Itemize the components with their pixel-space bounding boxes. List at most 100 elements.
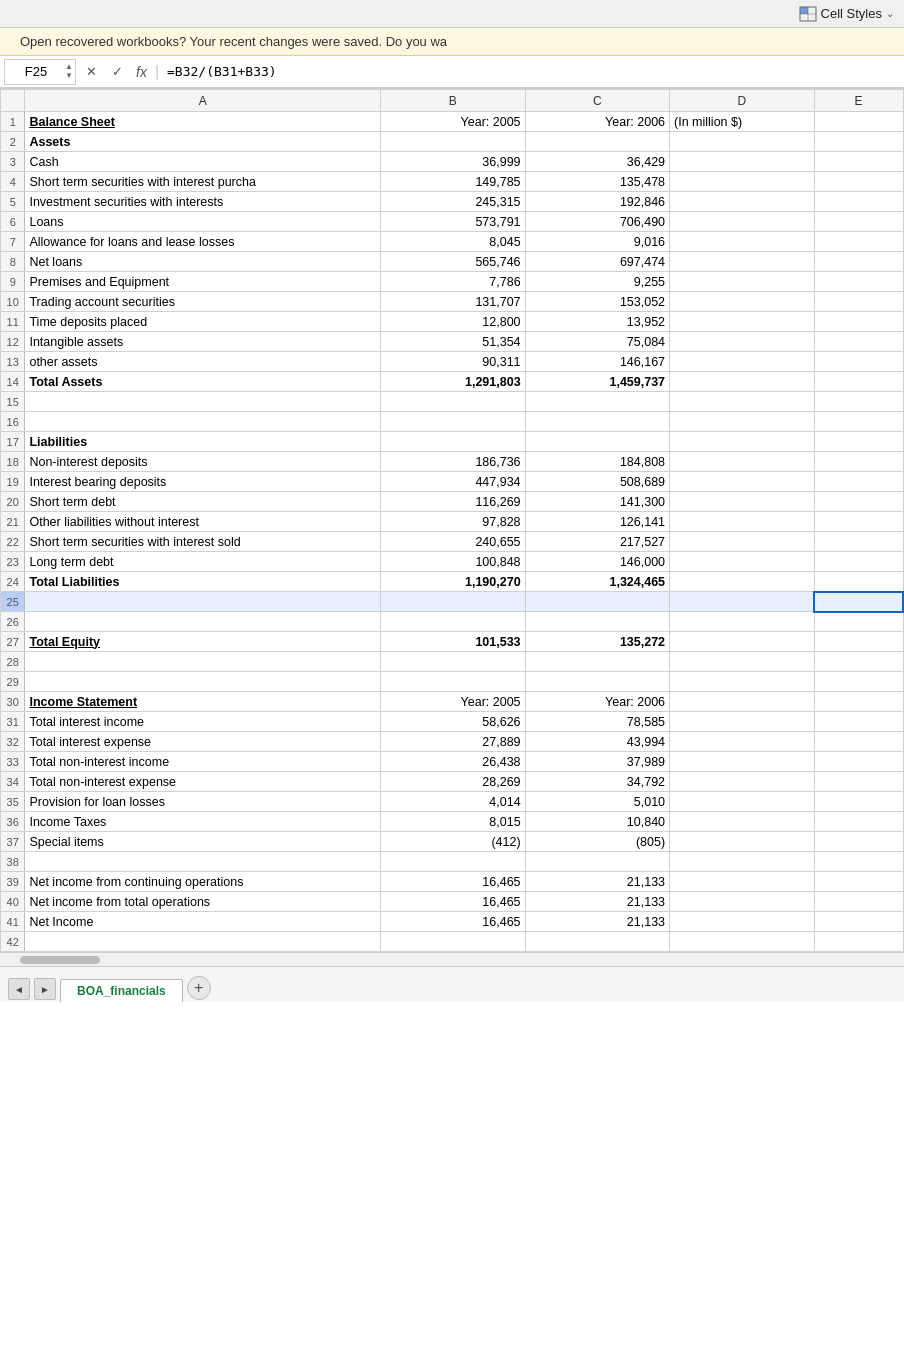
- cell-c18[interactable]: 184,808: [525, 452, 669, 472]
- table-row[interactable]: 40Net income from total operations16,465…: [1, 892, 904, 912]
- cell-e34[interactable]: [814, 772, 903, 792]
- cell-b7[interactable]: 8,045: [381, 232, 525, 252]
- cell-b12[interactable]: 51,354: [381, 332, 525, 352]
- cell-c36[interactable]: 10,840: [525, 812, 669, 832]
- table-row[interactable]: 41Net Income16,46521,133: [1, 912, 904, 932]
- cell-d42[interactable]: [670, 932, 814, 952]
- table-row[interactable]: 30Income StatementYear: 2005Year: 2006: [1, 692, 904, 712]
- cell-b41[interactable]: 16,465: [381, 912, 525, 932]
- cell-d36[interactable]: [670, 812, 814, 832]
- table-row[interactable]: 10Trading account securities131,707153,0…: [1, 292, 904, 312]
- table-row[interactable]: 13other assets90,311146,167: [1, 352, 904, 372]
- cell-e9[interactable]: [814, 272, 903, 292]
- cell-c22[interactable]: 217,527: [525, 532, 669, 552]
- table-row[interactable]: 35Provision for loan losses4,0145,010: [1, 792, 904, 812]
- cell-a5[interactable]: Investment securities with interests: [25, 192, 381, 212]
- cell-e18[interactable]: [814, 452, 903, 472]
- cell-d1[interactable]: (In million $): [670, 112, 814, 132]
- cell-b40[interactable]: 16,465: [381, 892, 525, 912]
- cell-c17[interactable]: [525, 432, 669, 452]
- cell-c8[interactable]: 697,474: [525, 252, 669, 272]
- cell-b31[interactable]: 58,626: [381, 712, 525, 732]
- cell-d6[interactable]: [670, 212, 814, 232]
- cell-c39[interactable]: 21,133: [525, 872, 669, 892]
- cell-b27[interactable]: 101,533: [381, 632, 525, 652]
- cell-c35[interactable]: 5,010: [525, 792, 669, 812]
- cell-a27[interactable]: Total Equity: [25, 632, 381, 652]
- cell-e8[interactable]: [814, 252, 903, 272]
- cell-e37[interactable]: [814, 832, 903, 852]
- cell-e31[interactable]: [814, 712, 903, 732]
- cell-a7[interactable]: Allowance for loans and lease losses: [25, 232, 381, 252]
- cell-a4[interactable]: Short term securities with interest purc…: [25, 172, 381, 192]
- cell-a28[interactable]: [25, 652, 381, 672]
- confirm-formula-button[interactable]: ✓: [106, 61, 128, 83]
- table-row[interactable]: 27Total Equity101,533135,272: [1, 632, 904, 652]
- cell-a16[interactable]: [25, 412, 381, 432]
- table-row[interactable]: 21Other liabilities without interest97,8…: [1, 512, 904, 532]
- cell-d15[interactable]: [670, 392, 814, 412]
- cell-d32[interactable]: [670, 732, 814, 752]
- table-row[interactable]: 19Interest bearing deposits447,934508,68…: [1, 472, 904, 492]
- cell-a25[interactable]: [25, 592, 381, 612]
- cell-b28[interactable]: [381, 652, 525, 672]
- cell-b5[interactable]: 245,315: [381, 192, 525, 212]
- cell-d39[interactable]: [670, 872, 814, 892]
- cell-e33[interactable]: [814, 752, 903, 772]
- tab-next-button[interactable]: ►: [34, 978, 56, 1000]
- table-row[interactable]: 4Short term securities with interest pur…: [1, 172, 904, 192]
- cell-b16[interactable]: [381, 412, 525, 432]
- cell-b15[interactable]: [381, 392, 525, 412]
- cell-a22[interactable]: Short term securities with interest sold: [25, 532, 381, 552]
- cell-e20[interactable]: [814, 492, 903, 512]
- cell-a18[interactable]: Non-interest deposits: [25, 452, 381, 472]
- table-row[interactable]: 2Assets: [1, 132, 904, 152]
- cell-e32[interactable]: [814, 732, 903, 752]
- cell-e23[interactable]: [814, 552, 903, 572]
- table-row[interactable]: 9Premises and Equipment7,7869,255: [1, 272, 904, 292]
- cell-b24[interactable]: 1,190,270: [381, 572, 525, 592]
- table-row[interactable]: 36Income Taxes8,01510,840: [1, 812, 904, 832]
- cell-c9[interactable]: 9,255: [525, 272, 669, 292]
- cell-a35[interactable]: Provision for loan losses: [25, 792, 381, 812]
- table-row[interactable]: 6Loans573,791706,490: [1, 212, 904, 232]
- table-row[interactable]: 1Balance SheetYear: 2005Year: 2006(In mi…: [1, 112, 904, 132]
- cell-c25[interactable]: [525, 592, 669, 612]
- cell-e19[interactable]: [814, 472, 903, 492]
- cell-d10[interactable]: [670, 292, 814, 312]
- cell-a37[interactable]: Special items: [25, 832, 381, 852]
- cell-e7[interactable]: [814, 232, 903, 252]
- cell-a26[interactable]: [25, 612, 381, 632]
- table-row[interactable]: 26: [1, 612, 904, 632]
- table-row[interactable]: 15: [1, 392, 904, 412]
- table-row[interactable]: 25: [1, 592, 904, 612]
- cell-ref-arrows[interactable]: ▲ ▼: [65, 63, 73, 81]
- cell-b21[interactable]: 97,828: [381, 512, 525, 532]
- cell-c21[interactable]: 126,141: [525, 512, 669, 532]
- cell-d31[interactable]: [670, 712, 814, 732]
- table-row[interactable]: 32Total interest expense27,88943,994: [1, 732, 904, 752]
- cell-c14[interactable]: 1,459,737: [525, 372, 669, 392]
- cell-e16[interactable]: [814, 412, 903, 432]
- cell-c30[interactable]: Year: 2006: [525, 692, 669, 712]
- cell-c4[interactable]: 135,478: [525, 172, 669, 192]
- cell-e39[interactable]: [814, 872, 903, 892]
- cell-d23[interactable]: [670, 552, 814, 572]
- cell-d29[interactable]: [670, 672, 814, 692]
- cell-a23[interactable]: Long term debt: [25, 552, 381, 572]
- cell-d33[interactable]: [670, 752, 814, 772]
- cell-c10[interactable]: 153,052: [525, 292, 669, 312]
- cell-c42[interactable]: [525, 932, 669, 952]
- cell-b33[interactable]: 26,438: [381, 752, 525, 772]
- cell-b17[interactable]: [381, 432, 525, 452]
- cell-e3[interactable]: [814, 152, 903, 172]
- formula-content[interactable]: =B32/(B31+B33): [163, 64, 900, 79]
- cell-b42[interactable]: [381, 932, 525, 952]
- cell-c38[interactable]: [525, 852, 669, 872]
- cell-c15[interactable]: [525, 392, 669, 412]
- table-row[interactable]: 28: [1, 652, 904, 672]
- cell-e21[interactable]: [814, 512, 903, 532]
- table-row[interactable]: 39Net income from continuing operations1…: [1, 872, 904, 892]
- cell-a11[interactable]: Time deposits placed: [25, 312, 381, 332]
- cell-b14[interactable]: 1,291,803: [381, 372, 525, 392]
